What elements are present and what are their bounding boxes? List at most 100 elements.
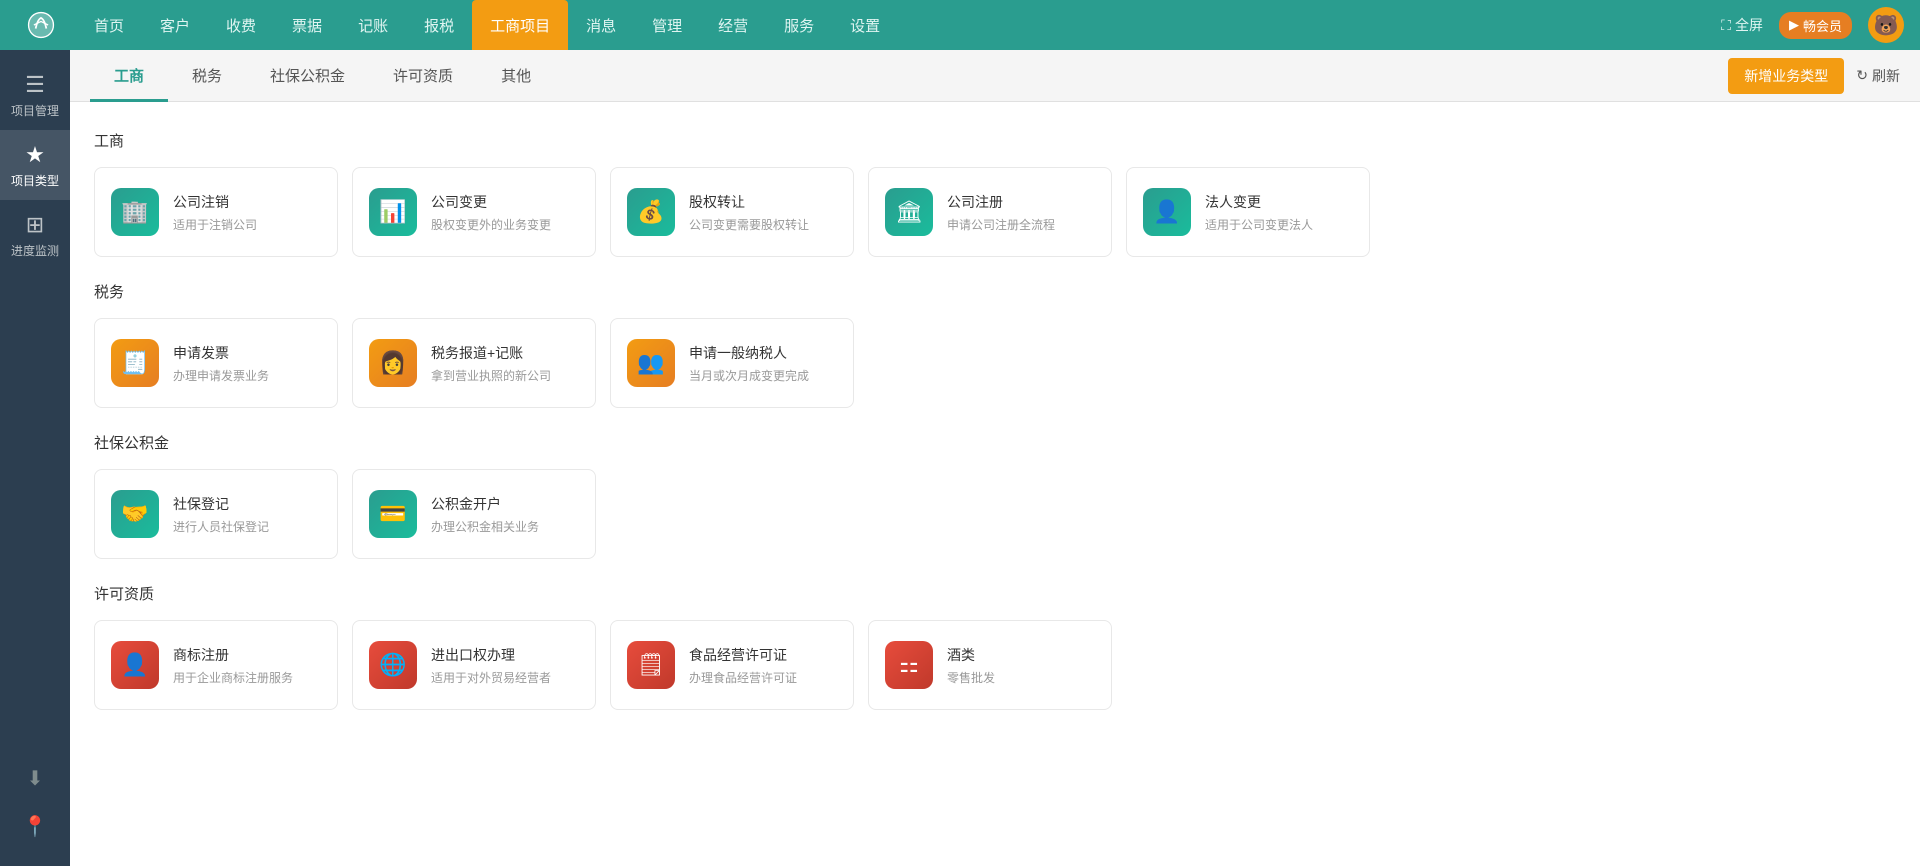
service-card-商标注册[interactable]: 👤 商标注册用于企业商标注册服务: [94, 620, 338, 710]
cards-grid-许可资质: 👤 商标注册用于企业商标注册服务 🌐进出口权办理适用于对外贸易经营者 🗒 食品经营许可证…: [94, 620, 1896, 710]
fullscreen-btn[interactable]: ⛶ 全屏: [1721, 15, 1763, 35]
service-card-name: 食品经营许可证: [689, 645, 837, 665]
service-card-name: 公积金开户: [431, 494, 579, 514]
service-card-公司注册[interactable]: 🏛 公司注册申请公司注册全流程: [868, 167, 1112, 257]
sub-tab-税务[interactable]: 税务: [168, 50, 246, 102]
service-card-info-公司变更: 公司变更股权变更外的业务变更: [431, 192, 579, 233]
sub-tabs-bar: 工商税务社保公积金许可资质其他 新增业务类型 ↻ 刷新: [70, 50, 1920, 102]
service-card-info-商标注册: 商标注册用于企业商标注册服务: [173, 645, 321, 686]
nav-item-客户[interactable]: 客户: [142, 0, 208, 50]
cards-grid-社保公积金: 🤝 社保登记进行人员社保登记 💳 公积金开户办理公积金相关业务: [94, 469, 1896, 559]
sidebar-item-project-type[interactable]: ★ 项目类型: [0, 130, 70, 200]
nav-item-首页[interactable]: 首页: [76, 0, 142, 50]
service-card-公司注销[interactable]: 🏢 公司注销适用于注销公司: [94, 167, 338, 257]
service-card-icon-申请一般纳税人: 👥: [627, 339, 675, 387]
nav-item-票据[interactable]: 票据: [274, 0, 340, 50]
service-card-icon-公司注册: 🏛: [885, 188, 933, 236]
grid-icon: ⊞: [26, 212, 44, 238]
refresh-icon: ↻: [1856, 67, 1868, 84]
service-card-icon-进出口权办理: 🌐: [369, 641, 417, 689]
service-card-name: 股权转让: [689, 192, 837, 212]
service-card-desc: 股权变更外的业务变更: [431, 216, 579, 233]
sidebar-bottom: ⬇ 📍: [15, 758, 55, 866]
sidebar: ☰ 项目管理 ★ 项目类型 ⊞ 进度监测 ⬇ 📍: [0, 50, 70, 866]
service-card-info-申请发票: 申请发票办理申请发票业务: [173, 343, 321, 384]
nav-item-报税[interactable]: 报税: [406, 0, 472, 50]
service-card-icon-公积金开户: 💳: [369, 490, 417, 538]
sidebar-label-progress-monitor: 进度监测: [11, 242, 59, 259]
service-card-name: 公司注册: [947, 192, 1095, 212]
service-card-icon-食品经营许可证: 🗒: [627, 641, 675, 689]
service-card-desc: 适用于公司变更法人: [1205, 216, 1353, 233]
service-card-法人变更[interactable]: 👤法人变更适用于公司变更法人: [1126, 167, 1370, 257]
service-card-desc: 申请公司注册全流程: [947, 216, 1095, 233]
service-card-desc: 适用于注销公司: [173, 216, 321, 233]
nav-item-收费[interactable]: 收费: [208, 0, 274, 50]
app-logo: [16, 0, 66, 50]
service-card-icon-公司变更: 📊: [369, 188, 417, 236]
service-card-desc: 办理申请发票业务: [173, 367, 321, 384]
user-avatar[interactable]: 🐻: [1868, 7, 1904, 43]
service-card-icon-商标注册: 👤: [111, 641, 159, 689]
sidebar-label-project-type: 项目类型: [11, 172, 59, 189]
service-card-icon-股权转让: 💰: [627, 188, 675, 236]
main-layout: ☰ 项目管理 ★ 项目类型 ⊞ 进度监测 ⬇ 📍 工商税务社保公积金许可资质其他…: [0, 50, 1920, 866]
top-nav-right: ⛶ 全屏 ▶ 畅会员 🐻: [1721, 7, 1904, 43]
location-icon-btn[interactable]: 📍: [15, 806, 55, 846]
refresh-button[interactable]: ↻ 刷新: [1856, 66, 1900, 86]
sub-tabs-right: 新增业务类型 ↻ 刷新: [1728, 58, 1900, 94]
star-icon: ★: [25, 142, 45, 168]
service-card-info-税务报道+记账: 税务报道+记账拿到营业执照的新公司: [431, 343, 579, 384]
sub-tab-其他[interactable]: 其他: [477, 50, 555, 102]
fullscreen-icon: ⛶: [1721, 17, 1731, 34]
service-card-name: 法人变更: [1205, 192, 1353, 212]
service-card-desc: 零售批发: [947, 669, 1095, 686]
service-card-info-公司注销: 公司注销适用于注销公司: [173, 192, 321, 233]
nav-item-经营[interactable]: 经营: [700, 0, 766, 50]
download-icon-btn[interactable]: ⬇: [15, 758, 55, 798]
service-card-name: 申请一般纳税人: [689, 343, 837, 363]
sub-tab-社保公积金[interactable]: 社保公积金: [246, 50, 369, 102]
nav-items: 首页客户收费票据记账报税工商项目消息管理经营服务设置: [76, 0, 1721, 50]
sub-tab-许可资质[interactable]: 许可资质: [369, 50, 477, 102]
service-card-info-公积金开户: 公积金开户办理公积金相关业务: [431, 494, 579, 535]
new-type-button[interactable]: 新增业务类型: [1728, 58, 1844, 94]
service-card-公司变更[interactable]: 📊 公司变更股权变更外的业务变更: [352, 167, 596, 257]
nav-item-工商项目[interactable]: 工商项目: [472, 0, 568, 50]
service-card-酒类[interactable]: ⚏ 酒类零售批发: [868, 620, 1112, 710]
nav-item-记账[interactable]: 记账: [340, 0, 406, 50]
service-card-icon-税务报道+记账: 👩: [369, 339, 417, 387]
nav-item-管理[interactable]: 管理: [634, 0, 700, 50]
service-card-icon-酒类: ⚏: [885, 641, 933, 689]
sidebar-item-project-management[interactable]: ☰ 项目管理: [0, 60, 70, 130]
service-card-税务报道+记账[interactable]: 👩 税务报道+记账拿到营业执照的新公司: [352, 318, 596, 408]
service-card-股权转让[interactable]: 💰股权转让公司变更需要股权转让: [610, 167, 854, 257]
service-card-desc: 拿到营业执照的新公司: [431, 367, 579, 384]
service-card-desc: 用于企业商标注册服务: [173, 669, 321, 686]
video-icon: ▶: [1789, 17, 1799, 33]
service-card-desc: 进行人员社保登记: [173, 518, 321, 535]
section-title-许可资质: 许可资质: [94, 583, 1896, 604]
service-card-公积金开户[interactable]: 💳 公积金开户办理公积金相关业务: [352, 469, 596, 559]
service-card-name: 税务报道+记账: [431, 343, 579, 363]
service-card-info-社保登记: 社保登记进行人员社保登记: [173, 494, 321, 535]
service-card-name: 社保登记: [173, 494, 321, 514]
vip-button[interactable]: ▶ 畅会员: [1779, 12, 1852, 39]
section-title-税务: 税务: [94, 281, 1896, 302]
service-card-icon-公司注销: 🏢: [111, 188, 159, 236]
nav-item-消息[interactable]: 消息: [568, 0, 634, 50]
sidebar-item-progress-monitor[interactable]: ⊞ 进度监测: [0, 200, 70, 270]
nav-item-服务[interactable]: 服务: [766, 0, 832, 50]
service-card-食品经营许可证[interactable]: 🗒 食品经营许可证办理食品经营许可证: [610, 620, 854, 710]
service-card-社保登记[interactable]: 🤝 社保登记进行人员社保登记: [94, 469, 338, 559]
service-card-icon-社保登记: 🤝: [111, 490, 159, 538]
sidebar-label-project-management: 项目管理: [11, 102, 59, 119]
sub-tab-工商[interactable]: 工商: [90, 50, 168, 102]
cards-grid-工商: 🏢公司注销适用于注销公司📊公司变更股权变更外的业务变更💰股权转让公司变更需要股权…: [94, 167, 1896, 257]
service-card-申请发票[interactable]: 🧾申请发票办理申请发票业务: [94, 318, 338, 408]
service-card-desc: 办理食品经营许可证: [689, 669, 837, 686]
service-card-进出口权办理[interactable]: 🌐进出口权办理适用于对外贸易经营者: [352, 620, 596, 710]
service-card-申请一般纳税人[interactable]: 👥申请一般纳税人当月或次月成变更完成: [610, 318, 854, 408]
service-card-info-酒类: 酒类零售批发: [947, 645, 1095, 686]
nav-item-设置[interactable]: 设置: [832, 0, 898, 50]
